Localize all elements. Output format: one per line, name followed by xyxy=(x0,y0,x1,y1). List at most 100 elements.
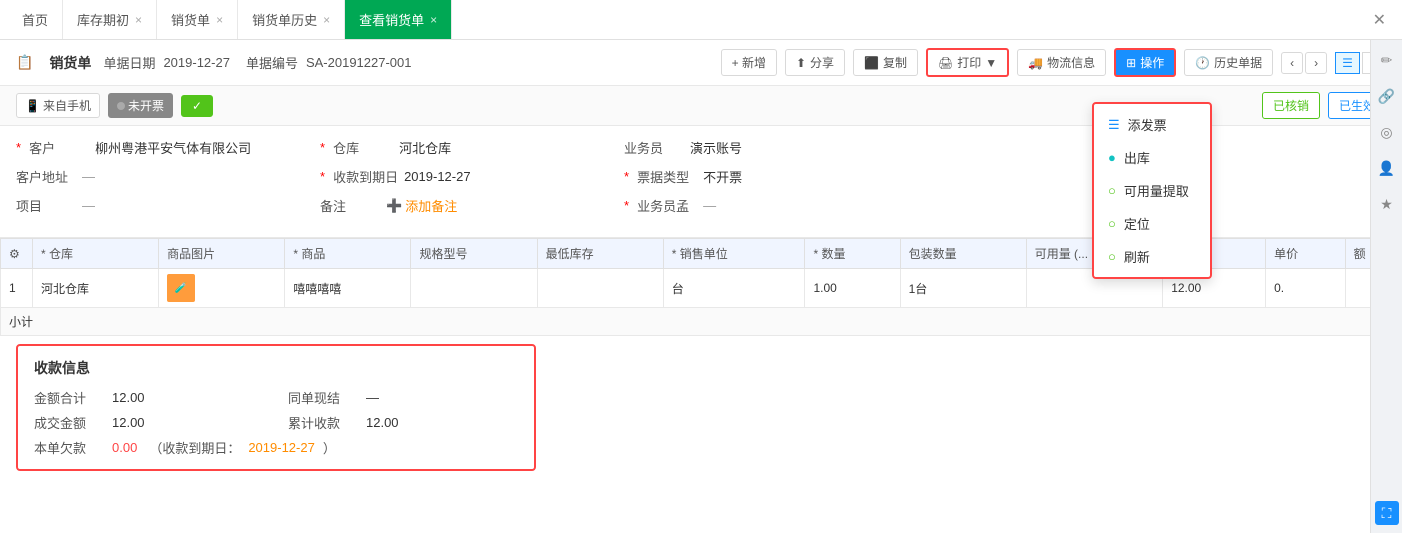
add-invoice-label: 添发票 xyxy=(1128,115,1167,134)
warehouse-required: * xyxy=(320,140,325,155)
sidebar-link-icon[interactable]: 🔗 xyxy=(1375,84,1399,108)
copy-button[interactable]: ⬛ 复制 xyxy=(853,49,918,76)
new-button[interactable]: + 新增 xyxy=(721,49,777,76)
history-button[interactable]: 🕐 历史单据 xyxy=(1184,49,1273,76)
print-button[interactable]: 🖨 打印 ▼ xyxy=(926,48,1009,77)
col-unit-price: 单价 xyxy=(1266,239,1346,269)
add-invoice-item[interactable]: ☰ 添发票 xyxy=(1094,108,1210,141)
tab-sales-order[interactable]: 销货单 × xyxy=(157,0,238,39)
col-quantity: * 数量 xyxy=(805,239,900,269)
sidebar-expand-icon[interactable]: ⛶ xyxy=(1375,501,1399,525)
cumulative-row: 累计收款 12.00 xyxy=(288,413,518,432)
tab-sales-order-close[interactable]: × xyxy=(216,13,223,27)
address-field: 客户地址 — xyxy=(16,167,296,186)
nav-arrows: ‹ › xyxy=(1281,52,1327,74)
doc-date: 单据日期 2019-12-27 xyxy=(103,53,230,72)
right-status-buttons: 已核销 已生效 xyxy=(1262,92,1386,119)
row-spec xyxy=(411,269,537,308)
summary-box: 收款信息 金额合计 12.00 同单现结 — 成交金额 12.00 累计收款 1… xyxy=(16,344,536,471)
settings-icon[interactable]: ⚙ xyxy=(9,247,20,261)
col-settings[interactable]: ⚙ xyxy=(1,239,33,269)
share-icon: ⬆ xyxy=(796,56,806,70)
tab-sales-history[interactable]: 销货单历史 × xyxy=(238,0,345,39)
col-product-img: 商品图片 xyxy=(159,239,285,269)
add-icon: ➕ xyxy=(386,198,402,214)
tab-home[interactable]: 首页 xyxy=(8,0,63,39)
total-row: 金额合计 12.00 xyxy=(34,388,264,407)
tab-sales-history-close[interactable]: × xyxy=(323,13,330,27)
logistics-icon: 🚚 xyxy=(1028,56,1043,70)
sales-staff-required: * xyxy=(624,198,629,213)
sidebar-chart-icon[interactable]: ◎ xyxy=(1375,120,1399,144)
doc-type-label: 销货单 xyxy=(49,53,91,73)
payment-date-field: * 收款到期日 2019-12-27 xyxy=(320,167,600,186)
tab-inventory-init[interactable]: 库存期初 × xyxy=(63,0,157,39)
copy-icon: ⬛ xyxy=(864,56,879,70)
project-field: 项目 — xyxy=(16,196,296,215)
outbound-icon: ● xyxy=(1108,150,1116,165)
locate-label: 定位 xyxy=(1124,214,1150,233)
sidebar-edit-icon[interactable]: ✏ xyxy=(1375,48,1399,72)
ticket-type-field: * 票据类型 不开票 xyxy=(624,167,904,186)
subtotal-row: 小计 xyxy=(1,308,1402,336)
customer-field: * 客户 柳州粤港平安气体有限公司 xyxy=(16,138,296,157)
doc-icon: 📋 xyxy=(16,54,33,71)
available-qty-item[interactable]: ○ 可用量提取 xyxy=(1094,174,1210,207)
history-icon: 🕐 xyxy=(1195,56,1210,70)
sidebar-user-icon[interactable]: 👤 xyxy=(1375,156,1399,180)
phone-icon: 📱 xyxy=(25,99,40,113)
operate-icon: ⊞ xyxy=(1126,56,1136,70)
sales-staff-field: * 业务员孟 — xyxy=(624,196,904,215)
not-opened-dot xyxy=(117,102,125,110)
summary-title: 收款信息 xyxy=(34,358,518,378)
balance-row: 本单欠款 0.00 （收款到期日： 2019-12-27 ） xyxy=(34,438,518,457)
payment-date-required: * xyxy=(320,169,325,184)
refresh-item[interactable]: ○ 刷新 xyxy=(1094,240,1210,273)
locate-item[interactable]: ○ 定位 xyxy=(1094,207,1210,240)
outbound-item[interactable]: ● 出库 xyxy=(1094,141,1210,174)
row-pkg-qty: 1台 xyxy=(900,269,1026,308)
summary-grid: 金额合计 12.00 同单现结 — 成交金额 12.00 累计收款 12.00 … xyxy=(34,388,518,457)
operate-dropdown: ☰ 添发票 ● 出库 ○ 可用量提取 ○ 定位 ○ 刷新 xyxy=(1092,102,1212,279)
col-min-stock: 最低库存 xyxy=(537,239,663,269)
prev-button[interactable]: ‹ xyxy=(1281,52,1303,74)
row-sales-unit: 台 xyxy=(663,269,805,308)
row-warehouse: 河北仓库 xyxy=(33,269,159,308)
voided-button[interactable]: 已核销 xyxy=(1262,92,1320,119)
doc-title-area: 📋 销货单 单据日期 2019-12-27 单据编号 SA-20191227-0… xyxy=(16,53,412,73)
tab-check-sales-close[interactable]: × xyxy=(430,13,437,27)
col-product: * 商品 xyxy=(285,239,411,269)
customer-required: * xyxy=(16,140,21,155)
row-unit-price: 0. xyxy=(1266,269,1346,308)
product-image: 🧪 xyxy=(167,274,195,302)
share-button[interactable]: ⬆ 分享 xyxy=(785,49,845,76)
list-view-btn[interactable]: ☰ xyxy=(1335,52,1360,74)
tab-inventory-init-close[interactable]: × xyxy=(135,13,142,27)
row-quantity: 1.00 xyxy=(805,269,900,308)
logistics-button[interactable]: 🚚 物流信息 xyxy=(1017,49,1106,76)
note-field: 备注 ➕ 添加备注 xyxy=(320,196,600,215)
refresh-label: 刷新 xyxy=(1124,247,1150,266)
same-order-row: 同单现结 — xyxy=(288,388,518,407)
col-pkg-qty: 包装数量 xyxy=(900,239,1026,269)
confirm-button[interactable]: ✓ xyxy=(181,95,213,117)
available-qty-label: 可用量提取 xyxy=(1124,181,1189,200)
print-dropdown-icon: ▼ xyxy=(985,56,997,70)
window-close[interactable]: ✕ xyxy=(1365,6,1394,34)
operate-button[interactable]: ⊞ 操作 xyxy=(1114,48,1176,77)
next-button[interactable]: › xyxy=(1305,52,1327,74)
add-note-button[interactable]: ➕ 添加备注 xyxy=(386,196,457,215)
doc-actions: + 新增 ⬆ 分享 ⬛ 复制 🖨 打印 ▼ 🚚 物流信息 xyxy=(721,48,1386,77)
doc-number: 单据编号 SA-20191227-001 xyxy=(246,53,412,72)
col-sales-unit: * 销售单位 xyxy=(663,239,805,269)
row-min-stock xyxy=(537,269,663,308)
tab-check-sales[interactable]: 查看销货单 × xyxy=(345,0,452,39)
row-product: 嘻嘻嘻嘻 xyxy=(285,269,411,308)
row-index: 1 xyxy=(1,269,33,308)
from-phone-button[interactable]: 📱 来自手机 xyxy=(16,93,100,118)
not-opened-button[interactable]: 未开票 xyxy=(108,93,173,118)
add-invoice-icon: ☰ xyxy=(1108,117,1120,133)
warehouse-field: * 仓库 河北仓库 xyxy=(320,138,600,157)
sidebar-star-icon[interactable]: ★ xyxy=(1375,192,1399,216)
staff-field: 业务员 演示账号 xyxy=(624,138,904,157)
